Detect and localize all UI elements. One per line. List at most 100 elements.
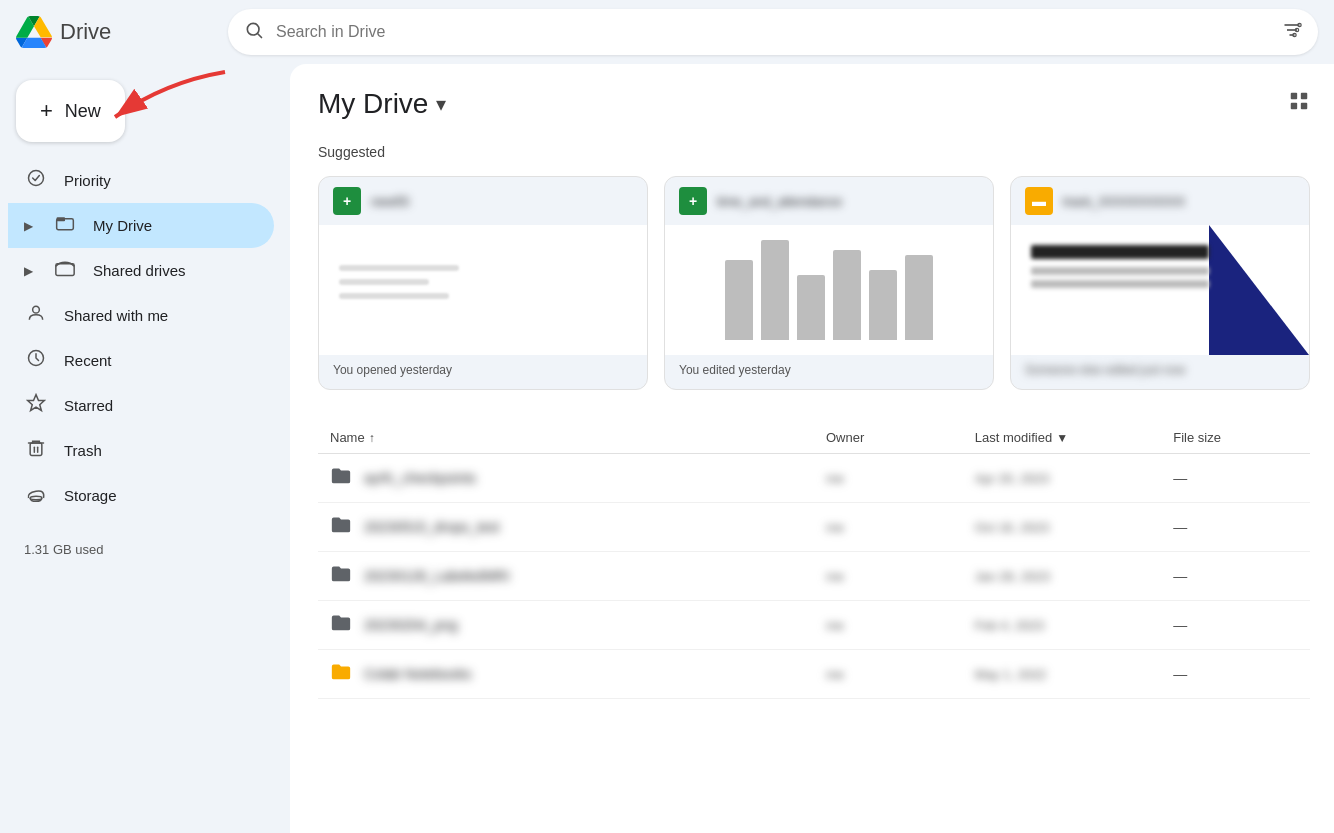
- preview-sheets-1: [715, 230, 943, 350]
- suggested-card-2[interactable]: ▬ track_XXXXXXXXXX S: [1010, 176, 1310, 390]
- table-row[interactable]: ayrfc_checkpoints me Apr 20, 2023 —: [318, 454, 1310, 503]
- suggested-label: Suggested: [318, 144, 1310, 160]
- col-header-name[interactable]: Name ↑: [318, 422, 814, 454]
- my-drive-dropdown-icon[interactable]: ▾: [436, 92, 446, 116]
- sidebar-item-shared-with-me[interactable]: Shared with me: [8, 293, 274, 338]
- cell-name-2: 20230128_LabeledMRI: [318, 552, 814, 601]
- new-button[interactable]: + New: [16, 80, 125, 142]
- svg-point-9: [29, 171, 44, 186]
- logo-area: Drive: [16, 14, 216, 50]
- card-last-action-2: Someone else edited just now: [1025, 363, 1185, 377]
- main-layout: + New P: [0, 64, 1334, 833]
- card-header-2: ▬ track_XXXXXXXXXX: [1011, 177, 1309, 225]
- cell-owner-1: me: [814, 503, 963, 552]
- cell-size-1: —: [1161, 503, 1310, 552]
- cell-owner-0: me: [814, 454, 963, 503]
- cell-size-3: —: [1161, 601, 1310, 650]
- table-header: Name ↑ Owner Last modified ▼: [318, 422, 1310, 454]
- col-header-owner[interactable]: Owner: [814, 422, 963, 454]
- sidebar-item-storage-label: Storage: [64, 487, 117, 504]
- modified-date-3: Feb 4, 2023: [975, 618, 1044, 633]
- modified-date-1: Oct 16, 2023: [975, 520, 1049, 535]
- table-row[interactable]: 20230204_png me Feb 4, 2023 —: [318, 601, 1310, 650]
- sidebar-item-my-drive[interactable]: ▶ My Drive: [8, 203, 274, 248]
- slides-content: [1031, 245, 1209, 288]
- svg-rect-21: [1291, 93, 1297, 99]
- owner-4: me: [826, 667, 844, 682]
- sort-arrow-modified: ▼: [1056, 431, 1068, 445]
- file-name-4: Colab Notebooks: [364, 666, 471, 682]
- sidebar-item-shared-drives[interactable]: ▶ Shared drives: [8, 248, 274, 293]
- card-footer-0: You opened yesterday: [319, 355, 647, 389]
- file-name-2: 20230128_LabeledMRI: [364, 568, 510, 584]
- card-footer-1: You edited yesterday: [665, 355, 993, 389]
- svg-marker-16: [28, 395, 45, 411]
- col-header-size[interactable]: File size: [1161, 422, 1310, 454]
- owner-1: me: [826, 520, 844, 535]
- sidebar-item-priority[interactable]: Priority: [8, 158, 274, 203]
- owner-2: me: [826, 569, 844, 584]
- cell-modified-4: May 1, 2022: [963, 650, 1161, 699]
- sort-arrow-name: ↑: [369, 431, 375, 445]
- suggested-card-1[interactable]: + time_and_attendance: [664, 176, 994, 390]
- sidebar-item-priority-label: Priority: [64, 172, 111, 189]
- file-table: Name ↑ Owner Last modified ▼: [318, 422, 1310, 699]
- storage-used: 1.31 GB used: [0, 526, 290, 573]
- sidebar-item-starred[interactable]: Starred: [8, 383, 274, 428]
- grid-view-icon[interactable]: [1288, 90, 1310, 118]
- content-area: My Drive ▾ Suggested + new: [290, 64, 1334, 833]
- shared-drives-icon: [53, 258, 77, 283]
- table-row[interactable]: Colab Notebooks me May 1, 2022 —: [318, 650, 1310, 699]
- card-icon-2: ▬: [1025, 187, 1053, 215]
- sidebar-item-storage[interactable]: Storage: [8, 473, 274, 518]
- card-preview-0: [319, 225, 647, 355]
- red-arrow-annotation: [105, 64, 235, 142]
- svg-rect-12: [57, 217, 65, 220]
- expand-icon: ▶: [24, 219, 33, 233]
- card-header-1: + time_and_attendance: [665, 177, 993, 225]
- cell-name-4: Colab Notebooks: [318, 650, 814, 699]
- search-bar[interactable]: [228, 9, 1318, 55]
- search-icon: [244, 20, 264, 45]
- card-header-0: + new55: [319, 177, 647, 225]
- col-header-modified[interactable]: Last modified ▼: [963, 422, 1161, 454]
- modified-date-4: May 1, 2022: [975, 667, 1047, 682]
- suggested-section: Suggested + new55: [318, 144, 1310, 390]
- table-row[interactable]: 20230128_LabeledMRI me Jan 28, 2023 —: [318, 552, 1310, 601]
- cell-name-3: 20230204_png: [318, 601, 814, 650]
- card-icon-1: +: [679, 187, 707, 215]
- cell-name-1: 20230515_drops_test: [318, 503, 814, 552]
- card-icon-0: +: [333, 187, 361, 215]
- sidebar-item-trash-label: Trash: [64, 442, 102, 459]
- cell-name-0: ayrfc_checkpoints: [318, 454, 814, 503]
- folder-icon-3: [330, 611, 352, 639]
- file-name-1: 20230515_drops_test: [364, 519, 499, 535]
- suggested-cards: + new55 You opened yesterday: [318, 176, 1310, 390]
- content-header: My Drive ▾: [318, 88, 1310, 120]
- search-input[interactable]: [276, 23, 1270, 41]
- starred-icon: [24, 393, 48, 418]
- svg-rect-24: [1301, 103, 1307, 109]
- sidebar-item-my-drive-label: My Drive: [93, 217, 152, 234]
- cell-size-0: —: [1161, 454, 1310, 503]
- sidebar-item-trash[interactable]: Trash: [8, 428, 274, 473]
- filter-icon[interactable]: [1282, 20, 1302, 45]
- folder-icon-2: [330, 562, 352, 590]
- svg-rect-22: [1301, 93, 1307, 99]
- sidebar-item-recent[interactable]: Recent: [8, 338, 274, 383]
- new-button-label: New: [65, 101, 101, 122]
- suggested-card-0[interactable]: + new55 You opened yesterday: [318, 176, 648, 390]
- cell-owner-2: me: [814, 552, 963, 601]
- storage-icon: [24, 483, 48, 508]
- owner-3: me: [826, 618, 844, 633]
- card-footer-2: Someone else edited just now: [1011, 355, 1309, 389]
- trash-icon: [24, 438, 48, 463]
- table-row[interactable]: 20230515_drops_test me Oct 16, 2023 —: [318, 503, 1310, 552]
- shared-with-me-icon: [24, 303, 48, 328]
- cell-size-2: —: [1161, 552, 1310, 601]
- sidebar-item-starred-label: Starred: [64, 397, 113, 414]
- priority-icon: [24, 168, 48, 193]
- file-size-0: —: [1173, 470, 1187, 486]
- my-drive-icon: [53, 213, 77, 238]
- folder-icon-1: [330, 513, 352, 541]
